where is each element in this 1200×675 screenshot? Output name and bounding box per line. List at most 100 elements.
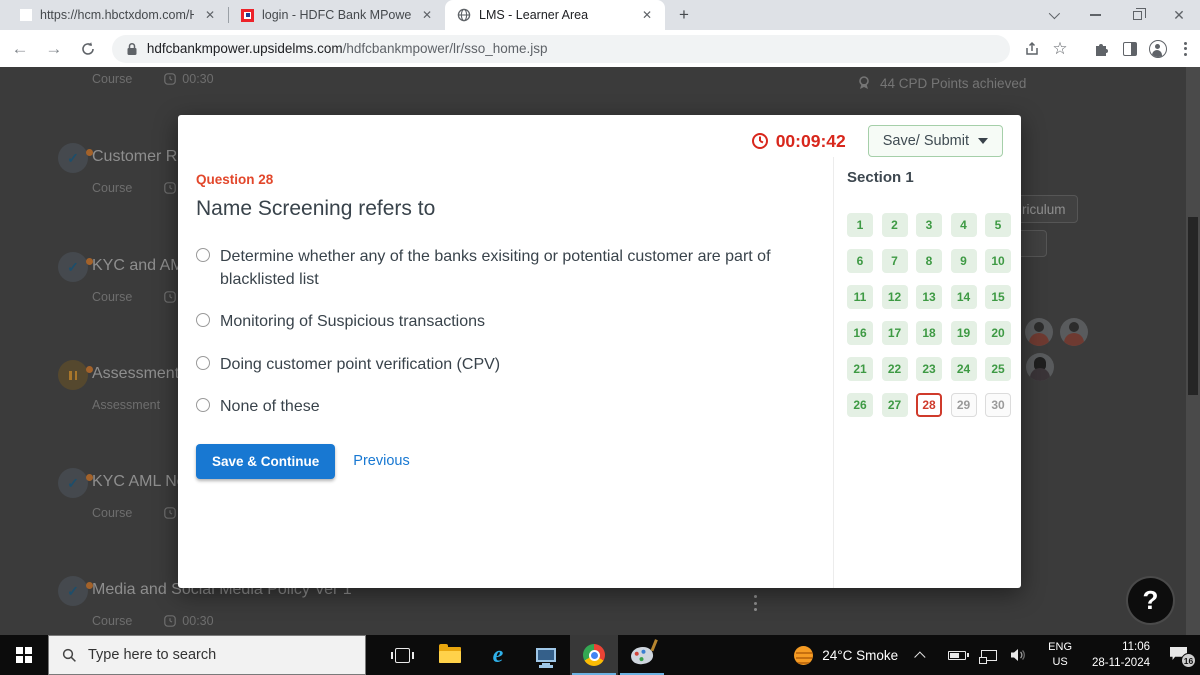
question-tile-30[interactable]: 30 [985,393,1011,417]
question-tile-5[interactable]: 5 [985,213,1011,237]
internet-explorer-button[interactable]: e [474,635,522,675]
question-tile-26[interactable]: 26 [847,393,873,417]
question-tile-4[interactable]: 4 [950,213,977,237]
course-type: Assessment [92,398,161,412]
side-panel-button[interactable] [1116,35,1144,63]
taskbar-search-box[interactable]: Type here to search [48,635,366,675]
address-bar[interactable]: hdfcbankmpower.upsidelms.com/hdfcbankmpo… [111,34,1011,63]
question-tile-21[interactable]: 21 [847,357,873,381]
course-type: Course [92,614,133,628]
browser-toolbar: ← → hdfcbankmpower.upsidelms.com/hdfcban… [0,30,1200,67]
bookmark-button[interactable]: ☆ [1046,35,1074,63]
tab-hdfc-login[interactable]: login - HDFC Bank MPower ✕ [229,0,445,30]
question-tile-8[interactable]: 8 [916,249,942,273]
page-scrollbar[interactable] [1186,67,1200,635]
notification-center-button[interactable]: 16 [1170,647,1196,668]
course-title: KYC AML Nor [92,473,191,490]
minimize-button[interactable] [1074,0,1116,30]
save-submit-button[interactable]: Save/ Submit [867,125,1003,157]
close-window-button[interactable]: ✕ [1158,0,1200,30]
blank-page-favicon [20,9,32,21]
task-view-icon [390,647,414,663]
save-continue-button[interactable]: Save & Continue [196,443,336,479]
radio-button[interactable] [196,355,210,370]
question-tile-20[interactable]: 20 [985,321,1011,345]
answer-option-3[interactable]: Doing customer point verification (CPV) [196,353,818,376]
question-tile-9[interactable]: 9 [950,249,977,273]
tab-close-icon[interactable]: ✕ [202,7,218,23]
answer-option-2[interactable]: Monitoring of Suspicious transactions [196,310,818,333]
tab-search-chevron[interactable] [1032,0,1074,30]
course-title: Customer Rig [92,148,190,165]
monitor-icon [536,648,556,666]
question-tile-17[interactable]: 17 [881,321,908,345]
question-tile-16[interactable]: 16 [847,321,873,345]
profile-avatar-icon [1148,39,1167,58]
weather-icon[interactable] [794,645,814,665]
radio-button[interactable] [196,248,210,262]
question-tile-12[interactable]: 12 [881,285,908,309]
globe-favicon [457,8,471,22]
clock-date[interactable]: 11:06 28-11-2024 [1092,639,1150,671]
question-tile-1[interactable]: 1 [847,213,873,237]
question-tile-24[interactable]: 24 [950,357,977,381]
tab-close-icon[interactable]: ✕ [419,7,435,23]
forward-button[interactable]: → [40,35,68,63]
question-tile-25[interactable]: 25 [985,357,1011,381]
start-button[interactable] [0,635,48,675]
new-tab-button[interactable]: + [671,2,697,28]
language-indicator[interactable]: ENG US [1048,640,1072,670]
question-tile-2[interactable]: 2 [881,213,908,237]
question-tile-14[interactable]: 14 [950,285,977,309]
hdfc-logo-favicon [241,8,254,22]
tab-hcm[interactable]: https://hcm.hbctxdom.com/HRM ✕ [8,0,228,30]
windows-logo-icon [16,647,32,663]
question-tile-15[interactable]: 15 [985,285,1011,309]
tab-lms-active[interactable]: LMS - Learner Area ✕ [445,0,665,30]
chrome-taskbar-button[interactable] [570,635,618,675]
weather-text[interactable]: 24°C Smoke [822,648,898,663]
answer-option-1[interactable]: Determine whether any of the banks exisi… [196,245,818,291]
back-button[interactable]: ← [6,35,34,63]
question-tile-7[interactable]: 7 [881,249,908,273]
battery-icon[interactable] [948,650,969,660]
browser-menu-button[interactable] [1172,35,1200,63]
browser-tab-strip: https://hcm.hbctxdom.com/HRM ✕ login - H… [0,0,1200,30]
question-tile-29[interactable]: 29 [950,393,977,417]
taskbar-date: 28-11-2024 [1092,657,1150,669]
previous-link[interactable]: Previous [353,453,409,469]
course-title: Assessment - [92,365,189,382]
profile-button[interactable] [1144,35,1172,63]
answer-option-4[interactable]: None of these [196,395,818,418]
section-title: Section 1 [847,169,914,186]
extensions-button[interactable] [1088,35,1116,63]
question-tile-10[interactable]: 10 [985,249,1011,273]
share-button[interactable] [1018,35,1046,63]
paint-taskbar-button[interactable] [618,635,666,675]
task-view-button[interactable] [378,635,426,675]
question-tile-23[interactable]: 23 [916,357,942,381]
radio-button[interactable] [196,397,210,412]
quiz-modal: 00:09:42 Save/ Submit Question 28 Name S… [178,115,1021,588]
question-tile-3[interactable]: 3 [916,213,942,237]
network-icon[interactable] [979,649,998,664]
question-tile-13[interactable]: 13 [916,285,942,309]
question-tile-11[interactable]: 11 [847,285,873,309]
question-tile-19[interactable]: 19 [950,321,977,345]
speaker-icon[interactable] [1010,647,1028,663]
question-tile-22[interactable]: 22 [881,357,908,381]
restore-button[interactable] [1116,0,1158,30]
question-tile-28[interactable]: 28 [916,393,942,417]
question-tile-27[interactable]: 27 [881,393,908,417]
question-tile-6[interactable]: 6 [847,249,873,273]
help-button[interactable]: ? [1128,578,1173,623]
show-hidden-icons-chevron[interactable] [914,651,926,663]
file-explorer-button[interactable] [426,635,474,675]
tab-close-icon[interactable]: ✕ [639,7,655,23]
this-pc-button[interactable] [522,635,570,675]
reload-button[interactable] [74,35,102,63]
question-tile-18[interactable]: 18 [916,321,942,345]
radio-button[interactable] [196,313,210,328]
scrollbar-thumb[interactable] [1188,217,1198,395]
url-path: /hdfcbankmpower/lr/sso_home.jsp [342,41,548,56]
